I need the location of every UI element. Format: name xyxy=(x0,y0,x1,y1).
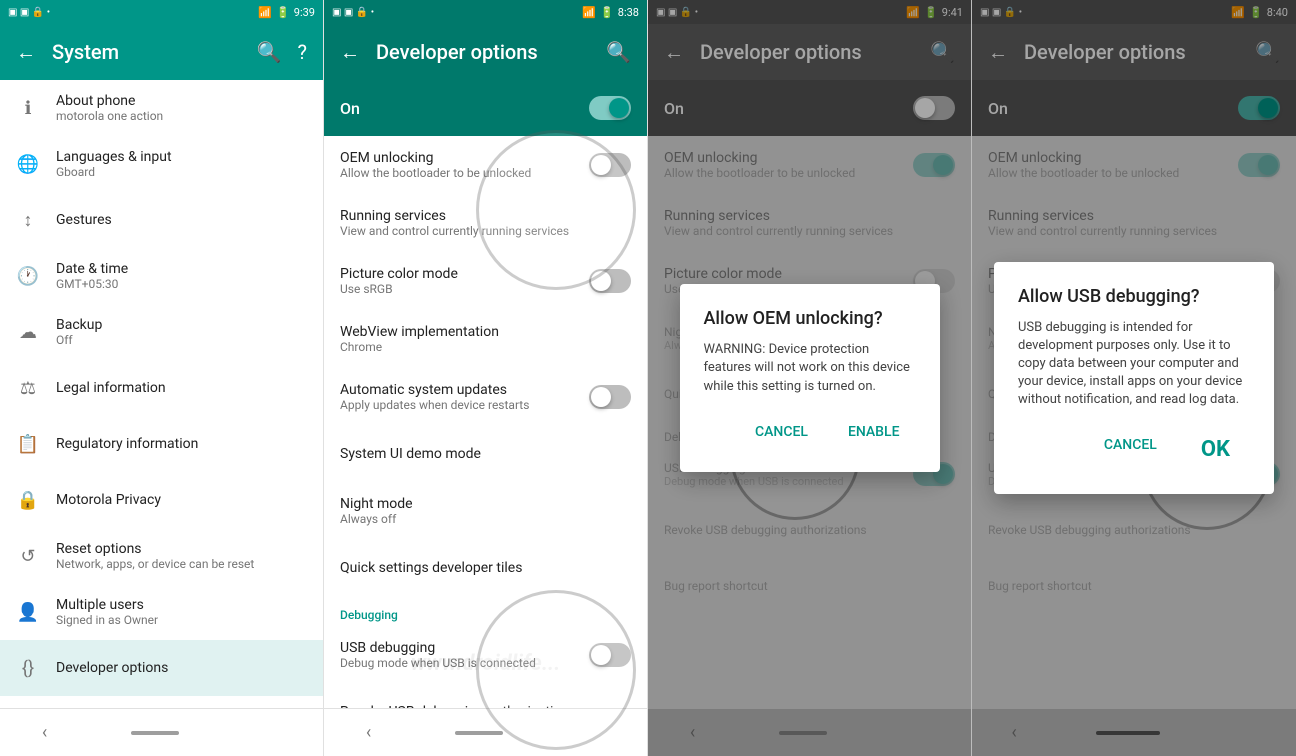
status-right-1: 📶 🔋 9:39 xyxy=(258,6,315,19)
appbar-2: ← Developer options 🔍 xyxy=(324,24,647,80)
about-icon: ℹ xyxy=(16,96,40,120)
battery-icon-2: 🔋 xyxy=(600,6,614,19)
back-btn-1[interactable]: ‹ xyxy=(42,722,47,743)
usb-debug-toggle[interactable] xyxy=(589,643,631,667)
bottom-nav-2: ‹ xyxy=(324,708,647,756)
bottom-nav-1: ‹ xyxy=(0,708,323,756)
setting-running-services[interactable]: Running services View and control curren… xyxy=(324,194,647,252)
oem-dialog-body: WARNING: Device protection features will… xyxy=(704,341,916,396)
panel-usb-dialog: ▣ ▣ 🔒 • 📶 🔋 8:40 ← Developer options 🔍 O… xyxy=(972,0,1296,756)
notification-icons-2: ▣ ▣ 🔒 • xyxy=(332,7,374,18)
time-2: 8:38 xyxy=(618,6,639,19)
nav-legal[interactable]: ⚖ Legal information xyxy=(0,360,323,416)
oem-dialog-title: Allow OEM unlocking? xyxy=(704,308,916,329)
oem-dialog: Allow OEM unlocking? WARNING: Device pro… xyxy=(680,284,940,472)
home-indicator-1[interactable] xyxy=(131,731,179,735)
auto-updates-toggle[interactable] xyxy=(589,385,631,409)
setting-webview[interactable]: WebView implementation Chrome xyxy=(324,310,647,368)
users-icon: 👤 xyxy=(16,600,40,624)
wifi-icon-2: 📶 xyxy=(582,6,596,19)
language-icon: 🌐 xyxy=(16,152,40,176)
back-icon-2[interactable]: ← xyxy=(340,40,360,65)
setting-revoke-usb[interactable]: Revoke USB debugging authorizations xyxy=(324,684,647,708)
gestures-icon: ↕ xyxy=(16,208,40,232)
usb-ok-btn[interactable]: OK xyxy=(1181,429,1250,470)
nav-reset[interactable]: ↺ Reset options Network, apps, or device… xyxy=(0,528,323,584)
usb-dialog-overlay: Allow USB debugging? USB debugging is in… xyxy=(972,0,1296,756)
setting-usb-debug[interactable]: USB debugging Debug mode when USB is con… xyxy=(324,626,647,684)
time-1: 9:39 xyxy=(294,6,315,19)
status-right-2: 📶 🔋 8:38 xyxy=(582,6,639,19)
usb-dialog-actions: Cancel OK xyxy=(1018,429,1250,470)
search-icon-1[interactable]: 🔍 xyxy=(257,40,282,64)
oem-dialog-actions: Cancel Enable xyxy=(704,416,916,448)
nav-users[interactable]: 👤 Multiple users Signed in as Owner xyxy=(0,584,323,640)
setting-oem[interactable]: OEM unlocking Allow the bootloader to be… xyxy=(324,136,647,194)
help-icon-1[interactable]: ? xyxy=(298,40,307,64)
usb-dialog: Allow USB debugging? USB debugging is in… xyxy=(994,262,1274,495)
setting-picture-color[interactable]: Picture color mode Use sRGB xyxy=(324,252,647,310)
settings-list-2: OEM unlocking Allow the bootloader to be… xyxy=(324,136,647,708)
status-bar-1: ▣ ▣ 🔒 • 📶 🔋 9:39 xyxy=(0,0,323,24)
oem-dialog-overlay: Allow OEM unlocking? WARNING: Device pro… xyxy=(648,0,971,756)
usb-cancel-btn[interactable]: Cancel xyxy=(1088,429,1173,470)
oem-cancel-btn[interactable]: Cancel xyxy=(739,416,824,448)
reset-icon: ↺ xyxy=(16,544,40,568)
home-indicator-2[interactable] xyxy=(455,731,503,735)
wifi-icon: 📶 xyxy=(258,6,272,19)
status-bar-2: ▣ ▣ 🔒 • 📶 🔋 8:38 xyxy=(324,0,647,24)
dev-on-toggle[interactable] xyxy=(589,96,631,120)
datetime-icon: 🕐 xyxy=(16,264,40,288)
setting-demo-mode[interactable]: System UI demo mode xyxy=(324,426,647,482)
picture-color-toggle[interactable] xyxy=(589,269,631,293)
search-icon-2[interactable]: 🔍 xyxy=(606,40,631,64)
battery-icon: 🔋 xyxy=(276,6,290,19)
nav-datetime[interactable]: 🕐 Date & time GMT+05:30 xyxy=(0,248,323,304)
privacy-icon: 🔒 xyxy=(16,488,40,512)
usb-dialog-body: USB debugging is intended for developmen… xyxy=(1018,319,1250,410)
appbar-title-1: System xyxy=(52,40,241,64)
nav-list-1: ℹ About phone motorola one action 🌐 Lang… xyxy=(0,80,323,708)
nav-backup[interactable]: ☁ Backup Off xyxy=(0,304,323,360)
notification-icons: ▣ ▣ 🔒 • xyxy=(8,7,50,18)
setting-night-mode[interactable]: Night mode Always off xyxy=(324,482,647,540)
nav-about-phone[interactable]: ℹ About phone motorola one action xyxy=(0,80,323,136)
nav-updates[interactable]: 📱 System updates Updated to Android 9 xyxy=(0,696,323,708)
dev-on-header: On xyxy=(324,80,647,136)
nav-regulatory[interactable]: 📋 Regulatory information xyxy=(0,416,323,472)
nav-gestures[interactable]: ↕ Gestures xyxy=(0,192,323,248)
setting-auto-updates[interactable]: Automatic system updates Apply updates w… xyxy=(324,368,647,426)
nav-developer[interactable]: {} Developer options xyxy=(0,640,323,696)
oem-enable-btn[interactable]: Enable xyxy=(832,416,916,448)
appbar-title-2: Developer options xyxy=(376,40,590,64)
panel-system: ▣ ▣ 🔒 • 📶 🔋 9:39 ← System 🔍 ? ℹ About ph… xyxy=(0,0,324,756)
legal-icon: ⚖ xyxy=(16,376,40,400)
regulatory-icon: 📋 xyxy=(16,432,40,456)
nav-languages[interactable]: 🌐 Languages & input Gboard xyxy=(0,136,323,192)
back-icon-1[interactable]: ← xyxy=(16,40,36,65)
oem-toggle[interactable] xyxy=(589,153,631,177)
setting-qs-tiles[interactable]: Quick settings developer tiles xyxy=(324,540,647,596)
dev-on-label: On xyxy=(340,99,589,118)
panel-oem-dialog: ▣ ▣ 🔒 • 📶 🔋 9:41 ← Developer options 🔍 O… xyxy=(648,0,972,756)
backup-icon: ☁ xyxy=(16,320,40,344)
toggle-thumb xyxy=(609,98,629,118)
usb-dialog-title: Allow USB debugging? xyxy=(1018,286,1250,307)
developer-icon: {} xyxy=(16,656,40,680)
debugging-label: Debugging xyxy=(324,596,647,626)
panel-developer: ▣ ▣ 🔒 • 📶 🔋 8:38 ← Developer options 🔍 O… xyxy=(324,0,648,756)
appbar-1: ← System 🔍 ? xyxy=(0,24,323,80)
back-btn-2[interactable]: ‹ xyxy=(366,722,371,743)
nav-privacy[interactable]: 🔒 Motorola Privacy xyxy=(0,472,323,528)
